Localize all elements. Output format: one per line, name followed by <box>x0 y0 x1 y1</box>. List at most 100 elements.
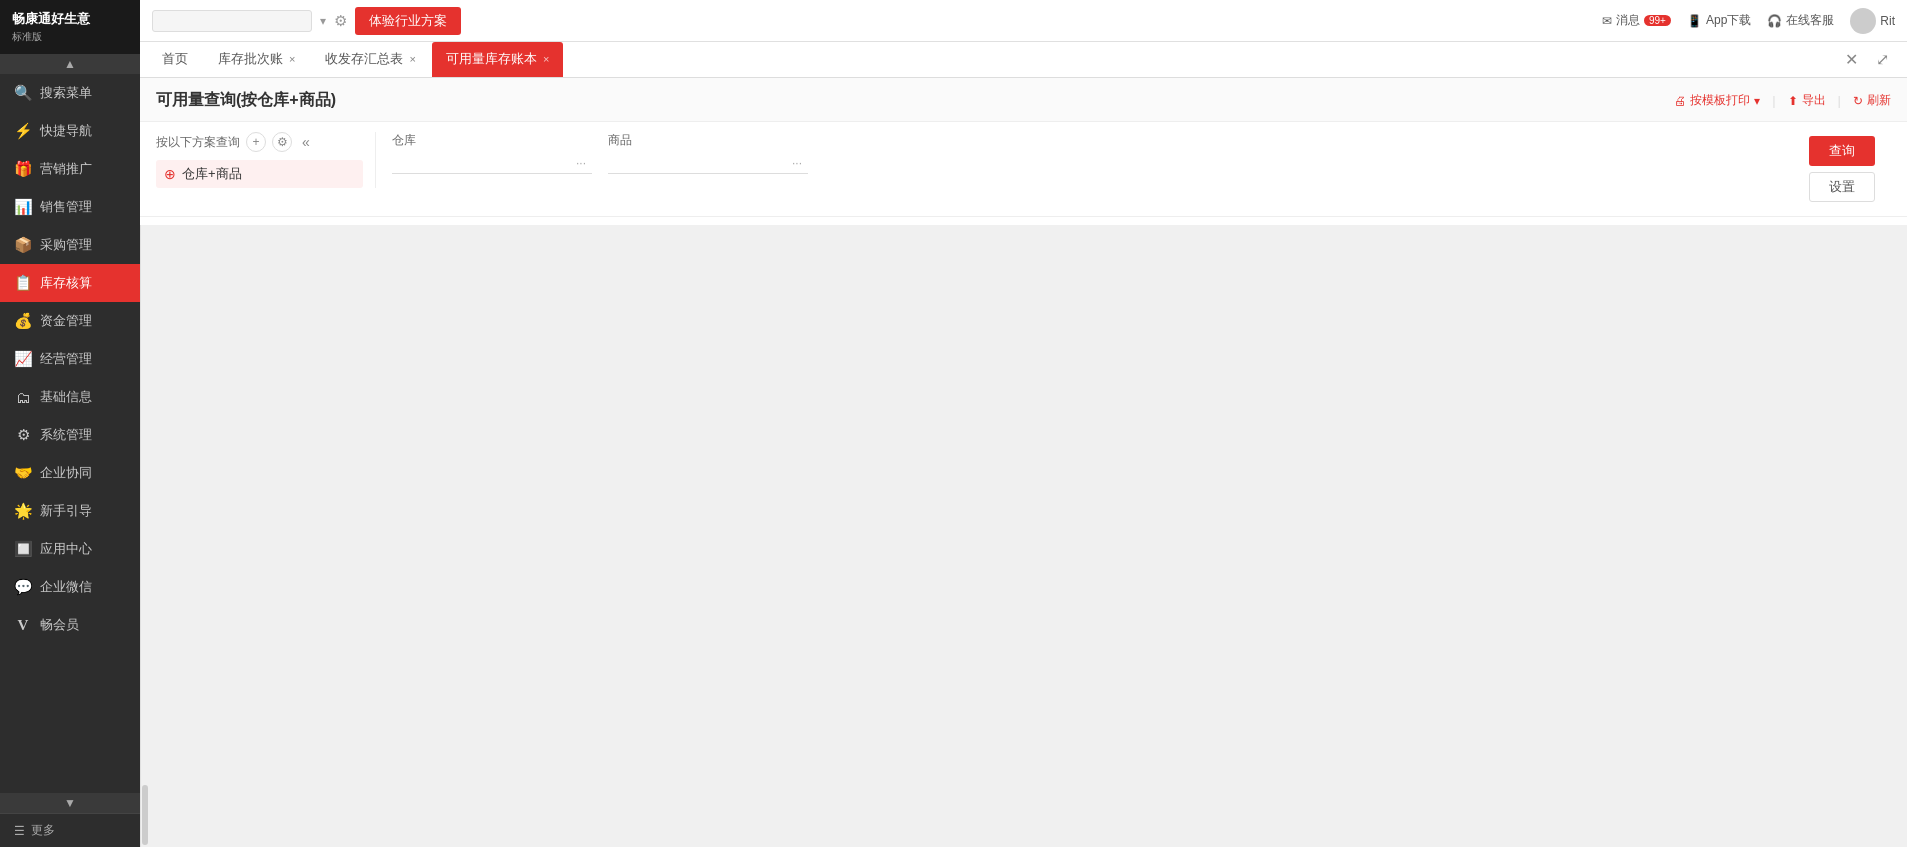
scrollbar-thumb[interactable] <box>142 785 148 845</box>
goods-input[interactable] <box>608 156 788 170</box>
trial-btn[interactable]: 体验行业方案 <box>355 7 461 35</box>
filter-section-label: 按以下方案查询 + ⚙ « <box>156 132 363 152</box>
inventory-icon: 📋 <box>14 274 32 292</box>
shortcut-icon: ⚡ <box>14 122 32 140</box>
manage-scheme-btn[interactable]: ⚙ <box>272 132 292 152</box>
message-icon: ✉ <box>1602 14 1612 28</box>
sidebar-scroll-down[interactable]: ▼ <box>0 793 140 813</box>
content-header: 可用量查询(按仓库+商品) 🖨 按模板打印 ▾ | ⬆ 导出 | ↻ 刷新 <box>140 78 1907 122</box>
topbar-right: ✉ 消息 99+ 📱 App下载 🎧 在线客服 Rit <box>1602 8 1895 34</box>
user-avatar-item[interactable]: Rit <box>1850 8 1895 34</box>
chart-icon: 📊 <box>14 198 32 216</box>
export-btn[interactable]: ⬆ 导出 <box>1788 92 1826 109</box>
brand-name: 畅康通好生意 <box>12 10 128 28</box>
goods-more-btn[interactable]: ··· <box>792 156 802 170</box>
sidebar-item-appcenter[interactable]: 🔲 应用中心 <box>0 530 140 568</box>
edition-label: 标准版 <box>12 30 128 44</box>
sidebar-item-label: 系统管理 <box>40 426 92 444</box>
dropdown-arrow-icon[interactable]: ▾ <box>320 14 326 28</box>
app-icon: 🔲 <box>14 540 32 558</box>
warehouse-input[interactable] <box>392 156 572 170</box>
content-area: 可用量查询(按仓库+商品) 🖨 按模板打印 ▾ | ⬆ 导出 | ↻ 刷新 <box>140 78 1907 225</box>
online-service-label: 在线客服 <box>1786 12 1834 29</box>
member-icon: V <box>14 617 32 634</box>
tab-receipt-summary[interactable]: 收发存汇总表 × <box>311 42 429 77</box>
sidebar-item-label: 搜索菜单 <box>40 84 92 102</box>
sidebar-item-guide[interactable]: 🌟 新手引导 <box>0 492 140 530</box>
ops-icon: 📈 <box>14 350 32 368</box>
sidebar-item-sales[interactable]: 📊 销售管理 <box>0 188 140 226</box>
filter-left: 按以下方案查询 + ⚙ « ⊕ 仓库+商品 <box>156 132 376 188</box>
topbar: ▾ ⚙ 体验行业方案 ✉ 消息 99+ 📱 App下载 🎧 在线客服 Rit <box>140 0 1907 42</box>
settings-btn[interactable]: 设置 <box>1809 172 1875 202</box>
sidebar-item-purchase[interactable]: 📦 采购管理 <box>0 226 140 264</box>
tab-receipt-summary-close[interactable]: × <box>409 53 415 65</box>
headset-icon: 🎧 <box>1767 14 1782 28</box>
query-btn[interactable]: 查询 <box>1809 136 1875 166</box>
tab-home-label: 首页 <box>162 50 188 68</box>
right-scrollbar[interactable] <box>140 225 148 847</box>
tabs-bar: 首页 库存批次账 × 收发存汇总表 × 可用量库存账本 × ✕ ⤢ <box>140 42 1907 78</box>
divider2: | <box>1838 93 1841 108</box>
warehouse-input-wrapper: ··· <box>392 153 592 174</box>
sidebar-item-label: 基础信息 <box>40 388 92 406</box>
sidebar-item-label: 应用中心 <box>40 540 92 558</box>
tabs-spacer <box>565 42 1837 77</box>
sidebar-item-cooperation[interactable]: 🤝 企业协同 <box>0 454 140 492</box>
refresh-btn[interactable]: ↻ 刷新 <box>1853 92 1891 109</box>
tab-close-btn[interactable]: ✕ <box>1839 48 1864 71</box>
coop-icon: 🤝 <box>14 464 32 482</box>
sidebar-item-search[interactable]: 🔍 搜索菜单 <box>0 74 140 112</box>
message-badge: 99+ <box>1644 15 1671 26</box>
tab-home[interactable]: 首页 <box>148 42 202 77</box>
system-icon: ⚙ <box>14 426 32 444</box>
refresh-icon: ↻ <box>1853 94 1863 108</box>
topbar-search-input[interactable] <box>152 10 312 32</box>
username-label: Rit <box>1880 14 1895 28</box>
filter-field-goods: 商品 ··· <box>608 132 808 174</box>
print-label: 按模板打印 <box>1690 92 1750 109</box>
divider1: | <box>1772 93 1775 108</box>
sidebar-header: 畅康通好生意 标准版 <box>0 0 140 54</box>
tab-available-ledger-close[interactable]: × <box>543 53 549 65</box>
basics-icon: 🗂 <box>14 389 32 406</box>
tab-batch-ledger[interactable]: 库存批次账 × <box>204 42 309 77</box>
print-btn[interactable]: 🖨 按模板打印 ▾ <box>1674 92 1760 109</box>
scheme-label: 仓库+商品 <box>182 165 242 183</box>
bottom-label: 更多 <box>31 822 55 839</box>
page-title: 可用量查询(按仓库+商品) <box>156 90 336 111</box>
sidebar-item-weixin[interactable]: 💬 企业微信 <box>0 568 140 606</box>
add-scheme-btn[interactable]: + <box>246 132 266 152</box>
sidebar-item-label: 畅会员 <box>40 616 79 634</box>
tab-batch-ledger-close[interactable]: × <box>289 53 295 65</box>
print-dropdown-icon[interactable]: ▾ <box>1754 94 1760 108</box>
sidebar-item-inventory[interactable]: 📋 库存核算 <box>0 264 140 302</box>
app-download-item[interactable]: 📱 App下载 <box>1687 12 1751 29</box>
messages-item[interactable]: ✉ 消息 99+ <box>1602 12 1671 29</box>
sidebar-item-member[interactable]: V 畅会员 <box>0 606 140 644</box>
empty-state: 1 请先选择要分析的方案 2 用[过滤]条件来缩小分析范围 <box>140 217 1907 225</box>
topbar-gear-icon[interactable]: ⚙ <box>334 12 347 30</box>
sidebar-item-operations[interactable]: 📈 经营管理 <box>0 340 140 378</box>
tab-expand-btn[interactable]: ⤢ <box>1870 48 1895 71</box>
sidebar-scroll-up[interactable]: ▲ <box>0 54 140 74</box>
collapse-icon[interactable]: « <box>302 134 310 150</box>
sidebar-item-label: 资金管理 <box>40 312 92 330</box>
more-icon: ☰ <box>14 824 25 838</box>
sidebar-item-basics[interactable]: 🗂 基础信息 <box>0 378 140 416</box>
sidebar-item-finance[interactable]: 💰 资金管理 <box>0 302 140 340</box>
sidebar-item-system[interactable]: ⚙ 系统管理 <box>0 416 140 454</box>
app-download-label: App下载 <box>1706 12 1751 29</box>
weixin-icon: 💬 <box>14 578 32 596</box>
scheme-warehouse-goods[interactable]: ⊕ 仓库+商品 <box>156 160 363 188</box>
sidebar: 畅康通好生意 标准版 ▲ 🔍 搜索菜单 ⚡ 快捷导航 🎁 营销推广 📊 销售管理… <box>0 0 140 847</box>
warehouse-more-btn[interactable]: ··· <box>576 156 586 170</box>
export-icon: ⬆ <box>1788 94 1798 108</box>
online-service-item[interactable]: 🎧 在线客服 <box>1767 12 1834 29</box>
sidebar-item-label: 经营管理 <box>40 350 92 368</box>
sidebar-bottom[interactable]: ☰ 更多 <box>0 813 140 847</box>
filter-panel: 按以下方案查询 + ⚙ « ⊕ 仓库+商品 仓库 ··· <box>140 122 1907 217</box>
sidebar-item-shortcuts[interactable]: ⚡ 快捷导航 <box>0 112 140 150</box>
sidebar-item-marketing[interactable]: 🎁 营销推广 <box>0 150 140 188</box>
tab-available-ledger[interactable]: 可用量库存账本 × <box>432 42 563 77</box>
